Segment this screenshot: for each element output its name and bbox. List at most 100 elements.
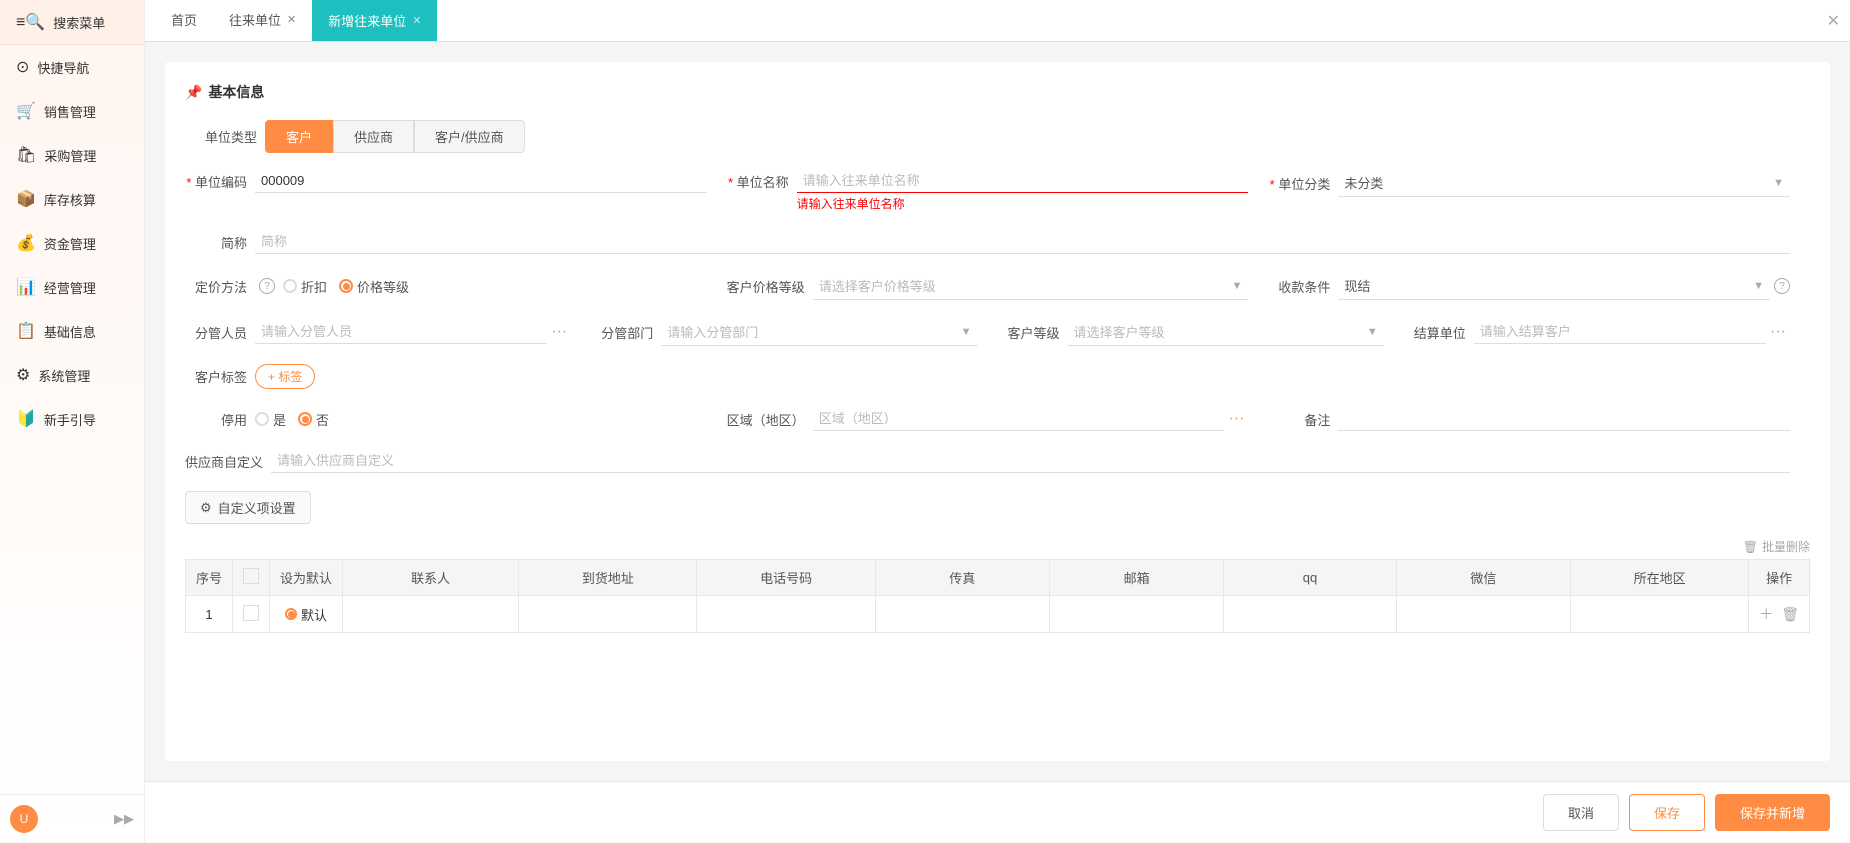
sidebar-item-operation[interactable]: 📊 经营管理 (0, 265, 144, 309)
phone-input[interactable] (707, 607, 864, 622)
cancel-button[interactable]: 取消 (1543, 794, 1619, 831)
pricing-price-level-option[interactable]: 价格等级 (339, 277, 409, 296)
unit-category-select[interactable]: 未分类 ▼ (1338, 169, 1790, 197)
sidebar: ≡🔍 搜索菜单 ⊙ 快捷导航 🛒 销售管理 🛍 采购管理 📦 库存核算 💰 资金… (0, 0, 145, 843)
disabled-yes-option[interactable]: 是 (255, 410, 286, 429)
tab-new-partner-label: 新增往来单位 (328, 11, 406, 30)
header-checkbox[interactable] (243, 568, 259, 584)
tab-home[interactable]: 首页 (155, 0, 213, 41)
manager-more-icon[interactable]: ··· (547, 323, 571, 341)
wechat-input[interactable] (1407, 607, 1560, 622)
contacts-table: 序号 设为默认 联系人 到货地址 电话号码 传真 邮箱 qq 微信 所在地区 (185, 559, 1810, 633)
unit-code-group: 单位编码 (185, 169, 707, 193)
sidebar-item-basic-info[interactable]: 📋 基础信息 (0, 309, 144, 353)
short-name-group: 简称 (185, 230, 1790, 254)
delete-row-icon[interactable]: 🗑 (1781, 606, 1799, 623)
sidebar-item-label: 资金管理 (44, 234, 96, 253)
default-label: 默认 (301, 605, 327, 624)
default-radio[interactable] (285, 608, 297, 620)
save-new-button[interactable]: 保存并新增 (1715, 794, 1830, 831)
tab-new-partner[interactable]: 新增往来单位 ✕ (312, 0, 437, 41)
manager-input[interactable] (255, 320, 547, 344)
disabled-no-radio[interactable] (298, 412, 312, 426)
short-name-input[interactable] (255, 230, 1790, 254)
cell-address[interactable] (519, 596, 697, 633)
user-avatar[interactable]: U (10, 805, 38, 833)
customer-level-select[interactable]: 请选择客户等级 ▼ (1068, 318, 1384, 346)
sidebar-item-quick-nav[interactable]: ⊙ 快捷导航 (0, 45, 144, 89)
cell-wechat[interactable] (1396, 596, 1570, 633)
sidebar-item-purchase[interactable]: 🛍 采购管理 (0, 133, 144, 177)
cell-contact[interactable] (343, 596, 519, 633)
payment-help-icon[interactable]: ? (1774, 278, 1790, 294)
quick-nav-icon: ⊙ (16, 57, 29, 77)
operation-icon: 📊 (16, 277, 36, 297)
address-input[interactable] (529, 607, 686, 622)
disabled-no-option[interactable]: 否 (298, 410, 329, 429)
remark-input[interactable] (1338, 407, 1790, 431)
add-row-icon[interactable]: ＋ (1759, 604, 1773, 624)
customer-tag-label: 客户标签 (185, 367, 255, 386)
save-button[interactable]: 保存 (1629, 794, 1705, 831)
cell-qq[interactable] (1224, 596, 1397, 633)
main-close-button[interactable]: ✕ (1827, 11, 1840, 31)
manager-group: 分管人员 ··· (185, 320, 571, 344)
col-default: 设为默认 (270, 560, 343, 596)
sidebar-item-inventory[interactable]: 📦 库存核算 (0, 177, 144, 221)
remark-group: 备注 (1268, 407, 1790, 431)
pricing-help-icon[interactable]: ? (259, 278, 275, 294)
discount-radio[interactable] (283, 279, 297, 293)
chevron-down-icon3: ▼ (1753, 280, 1764, 292)
col-region: 所在地区 (1570, 560, 1748, 596)
sidebar-item-finance[interactable]: 💰 资金管理 (0, 221, 144, 265)
sidebar-item-sales[interactable]: 🛒 销售管理 (0, 89, 144, 133)
type-btn-supplier[interactable]: 供应商 (333, 120, 414, 153)
region-table-input[interactable] (1581, 607, 1738, 622)
sidebar-item-label: 采购管理 (44, 146, 96, 165)
payment-select[interactable]: 现结 ▼ (1338, 272, 1770, 300)
unit-code-input[interactable] (255, 169, 707, 193)
cell-region[interactable] (1570, 596, 1748, 633)
sidebar-expand-icon[interactable]: ▶▶ (114, 811, 134, 827)
fax-input[interactable] (886, 607, 1039, 622)
cell-fax[interactable] (875, 596, 1049, 633)
sidebar-item-label: 系统管理 (38, 366, 90, 385)
unit-name-input[interactable] (797, 169, 1249, 193)
row-checkbox[interactable] (243, 605, 259, 621)
qq-input[interactable] (1234, 607, 1386, 622)
custom-settings-button[interactable]: ⚙ 自定义项设置 (185, 491, 311, 524)
add-tag-button[interactable]: + 标签 (255, 364, 315, 389)
settlement-input[interactable] (1474, 320, 1766, 344)
tab-partner[interactable]: 往来单位 ✕ (213, 0, 312, 41)
sidebar-item-system[interactable]: ⚙ 系统管理 (0, 353, 144, 397)
settlement-more-icon[interactable]: ··· (1766, 323, 1790, 341)
col-email: 邮箱 (1049, 560, 1223, 596)
region-more-icon[interactable]: ··· (1224, 410, 1248, 428)
row-action-buttons: ＋ 🗑 (1759, 604, 1799, 624)
customer-price-group: 客户价格等级 请选择客户价格等级 ▼ (727, 272, 1249, 300)
type-btn-both[interactable]: 客户/供应商 (414, 120, 525, 153)
customer-level-label: 客户等级 (998, 323, 1068, 342)
cell-phone[interactable] (697, 596, 875, 633)
tab-new-partner-close[interactable]: ✕ (412, 14, 421, 27)
disabled-yes-radio[interactable] (255, 412, 269, 426)
customer-price-select[interactable]: 请选择客户价格等级 ▼ (813, 272, 1249, 300)
price-level-radio[interactable] (339, 279, 353, 293)
cell-email[interactable] (1049, 596, 1223, 633)
email-input[interactable] (1060, 607, 1213, 622)
supplier-custom-input[interactable] (271, 449, 1790, 473)
pricing-radio-group: 折扣 价格等级 (283, 277, 409, 296)
sidebar-item-guide[interactable]: 🔰 新手引导 (0, 397, 144, 441)
sidebar-search-label: 搜索菜单 (53, 13, 105, 32)
settlement-group: 结算单位 ··· (1404, 320, 1790, 344)
department-select[interactable]: 请输入分管部门 ▼ (661, 318, 977, 346)
pricing-discount-option[interactable]: 折扣 (283, 277, 327, 296)
sidebar-item-search[interactable]: ≡🔍 搜索菜单 (0, 0, 144, 45)
discount-label: 折扣 (301, 277, 327, 296)
tab-partner-close[interactable]: ✕ (287, 13, 296, 26)
type-btn-customer[interactable]: 客户 (265, 120, 333, 153)
contact-input[interactable] (353, 607, 508, 622)
region-input[interactable] (813, 407, 1225, 431)
batch-delete-label[interactable]: 批量删除 (1762, 538, 1810, 555)
sidebar-item-label: 快捷导航 (37, 58, 89, 77)
